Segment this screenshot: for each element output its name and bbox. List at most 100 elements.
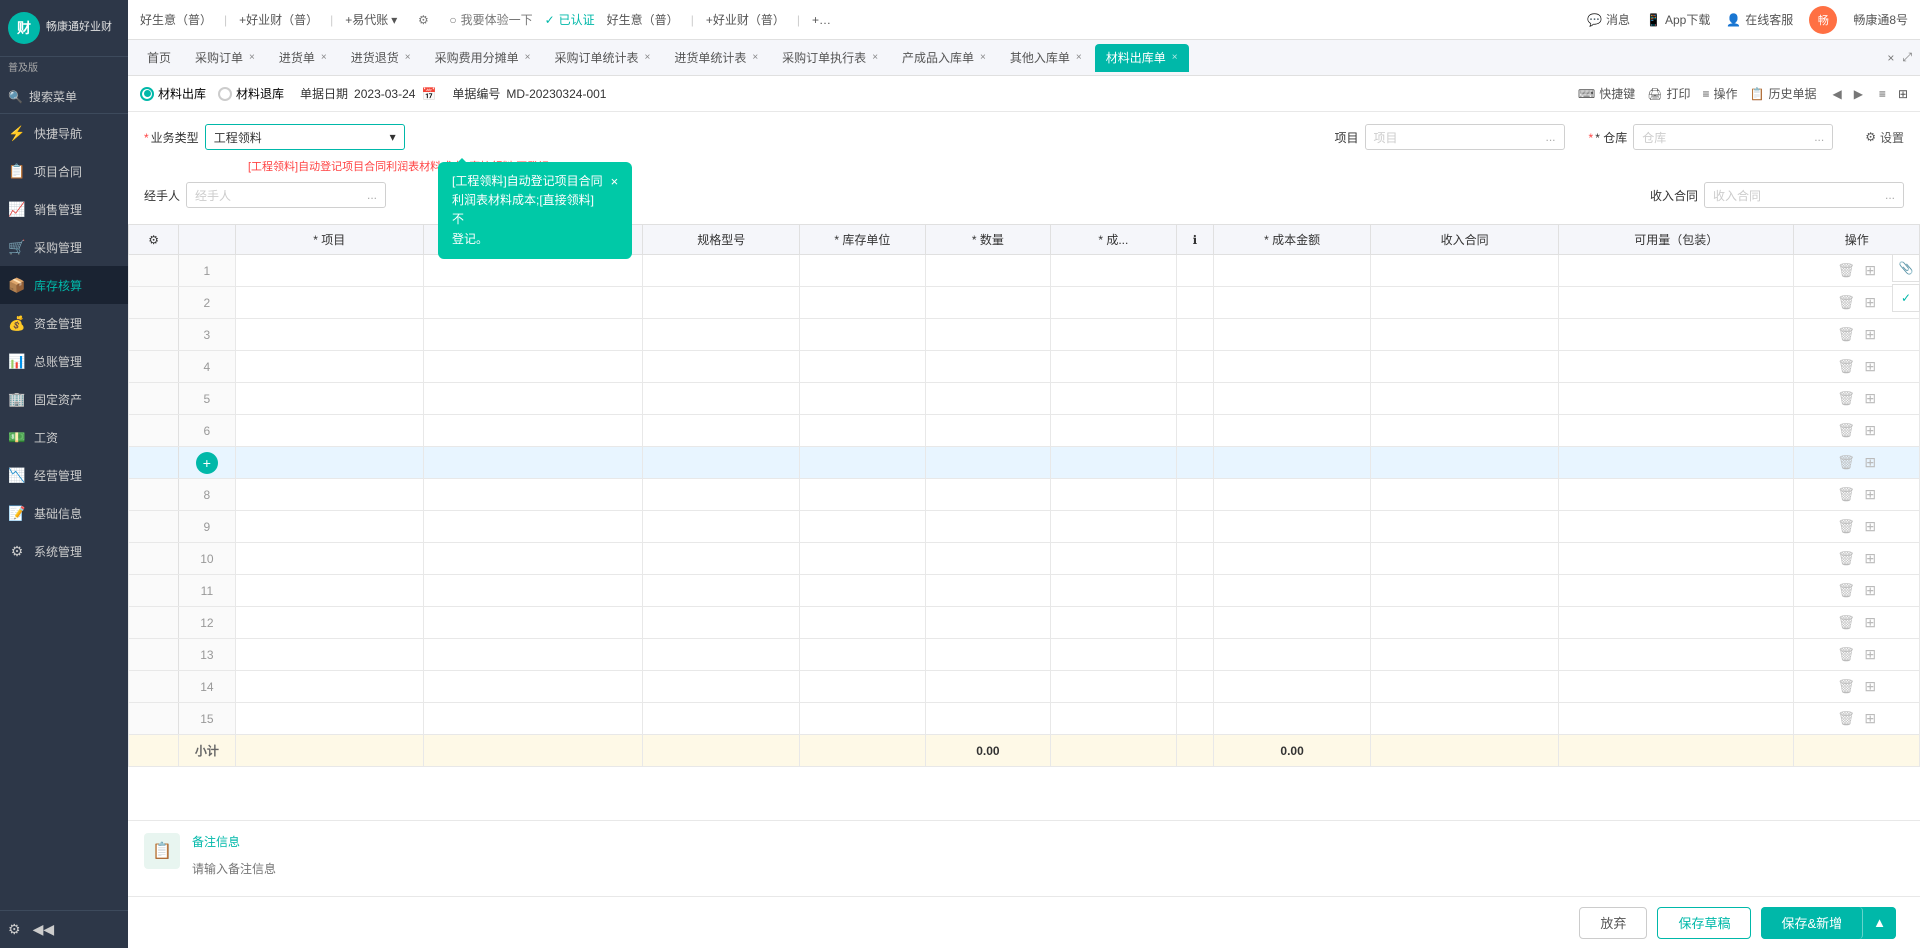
material-cell[interactable] <box>423 575 643 607</box>
income-contract-cell[interactable] <box>1371 479 1559 511</box>
copy-btn[interactable]: ⊞ <box>1864 646 1876 662</box>
tab-product-inbound[interactable]: 产成品入库单× <box>891 44 997 72</box>
copy-btn[interactable]: ⊞ <box>1864 582 1876 598</box>
available-cell[interactable] <box>1559 479 1794 511</box>
cost-cell[interactable] <box>1051 415 1176 447</box>
warehouse-input[interactable]: 仓库 ... <box>1633 124 1833 150</box>
sidebar-item-project[interactable]: 📋 项目合同 <box>0 152 128 190</box>
topbar-more-link3[interactable]: +… <box>812 13 831 27</box>
available-cell[interactable] <box>1559 703 1794 735</box>
spec-cell[interactable] <box>643 415 800 447</box>
cost-amount-cell[interactable] <box>1214 639 1371 671</box>
table-row[interactable]: 5 🗑 ⊞ <box>129 383 1920 415</box>
radio-material-outbound[interactable]: 材料出库 <box>140 85 206 102</box>
tab-purchase-receipt-stat[interactable]: 进货单统计表× <box>663 44 769 72</box>
spec-cell[interactable] <box>643 511 800 543</box>
income-contract-cell[interactable] <box>1371 351 1559 383</box>
available-cell[interactable] <box>1559 255 1794 287</box>
sidebar-item-system[interactable]: ⚙ 系统管理 <box>0 532 128 570</box>
unit-cell[interactable] <box>800 319 925 351</box>
income-contract-input[interactable]: 收入合同 ... <box>1704 182 1904 208</box>
close-icon[interactable]: × <box>872 52 878 63</box>
sidebar-item-accounting[interactable]: 📊 总账管理 <box>0 342 128 380</box>
delete-btn[interactable]: 🗑 <box>1837 646 1855 662</box>
available-cell[interactable] <box>1559 511 1794 543</box>
material-cell[interactable] <box>423 607 643 639</box>
material-cell[interactable] <box>423 351 643 383</box>
unit-cell[interactable] <box>800 607 925 639</box>
sidebar-item-shortcut[interactable]: ⚡ 快捷导航 <box>0 114 128 152</box>
qty-cell[interactable] <box>925 543 1050 575</box>
cost-cell[interactable] <box>1051 319 1176 351</box>
spec-cell[interactable] <box>643 447 800 479</box>
tab-expand-icon[interactable]: ⤢ <box>1902 50 1912 65</box>
spec-cell[interactable] <box>643 543 800 575</box>
topbar-link-haoshengyi[interactable]: 好生意（普） <box>140 11 212 28</box>
th-gear[interactable]: ⚙ <box>129 225 179 255</box>
project-cell[interactable] <box>235 351 423 383</box>
sidebar-item-salary[interactable]: 💵 工资 <box>0 418 128 456</box>
delete-btn[interactable]: 🗑 <box>1837 326 1855 342</box>
table-container[interactable]: ⚙ * 项目 * 材 规格型号 * 库存单位 * 数量 * 成... ℹ * 成… <box>128 224 1920 820</box>
qty-cell[interactable] <box>925 255 1050 287</box>
topbar-settings-btn[interactable]: ⚙ <box>409 6 437 34</box>
copy-btn[interactable]: ⊞ <box>1864 486 1876 502</box>
service-btn[interactable]: 👤 在线客服 <box>1726 11 1793 28</box>
delete-btn[interactable]: 🗑 <box>1837 582 1855 598</box>
unit-cell[interactable] <box>800 447 925 479</box>
tab-purchase-order[interactable]: 采购订单× <box>184 44 266 72</box>
settings-bottom-icon[interactable]: ⚙ <box>8 921 21 938</box>
available-cell[interactable] <box>1559 447 1794 479</box>
cost-amount-cell[interactable] <box>1214 703 1371 735</box>
income-contract-cell[interactable] <box>1371 703 1559 735</box>
spec-cell[interactable] <box>643 703 800 735</box>
spec-cell[interactable] <box>643 287 800 319</box>
sidebar-search[interactable]: 🔍 搜索菜单 <box>0 80 128 114</box>
message-btn[interactable]: 💬 消息 <box>1587 11 1630 28</box>
copy-btn[interactable]: ⊞ <box>1864 518 1876 534</box>
date-value[interactable]: 2023-03-24 <box>354 87 415 101</box>
view-grid-btn[interactable]: ⊞ <box>1898 87 1908 101</box>
operation-btn[interactable]: ≡ 操作 <box>1702 85 1737 102</box>
material-cell[interactable] <box>423 479 643 511</box>
qty-cell[interactable] <box>925 351 1050 383</box>
copy-btn[interactable]: ⊞ <box>1864 710 1876 726</box>
qty-cell[interactable] <box>925 607 1050 639</box>
close-icon[interactable]: × <box>980 52 986 63</box>
table-row[interactable]: 6 🗑 ⊞ <box>129 415 1920 447</box>
unit-cell[interactable] <box>800 543 925 575</box>
unit-cell[interactable] <box>800 511 925 543</box>
cost-amount-cell[interactable] <box>1214 671 1371 703</box>
doc-value[interactable]: MD-20230324-001 <box>506 87 606 101</box>
delete-btn[interactable]: 🗑 <box>1837 294 1855 310</box>
qty-cell[interactable] <box>925 447 1050 479</box>
cost-amount-cell[interactable] <box>1214 255 1371 287</box>
income-contract-cell[interactable] <box>1371 671 1559 703</box>
project-input[interactable]: 项目 ... <box>1365 124 1565 150</box>
sidebar-item-purchase[interactable]: 🛒 采购管理 <box>0 228 128 266</box>
tab-purchase-order-stat[interactable]: 采购订单统计表× <box>543 44 661 72</box>
income-contract-cell[interactable] <box>1371 447 1559 479</box>
available-cell[interactable] <box>1559 415 1794 447</box>
discard-button[interactable]: 放弃 <box>1579 907 1647 939</box>
biz-type-input[interactable]: 工程领料 ▾ <box>205 124 405 150</box>
copy-btn[interactable]: ⊞ <box>1864 550 1876 566</box>
cost-amount-cell[interactable] <box>1214 511 1371 543</box>
material-cell[interactable] <box>423 287 643 319</box>
tab-purchase-exec[interactable]: 采购订单执行表× <box>771 44 889 72</box>
available-cell[interactable] <box>1559 351 1794 383</box>
project-cell[interactable] <box>235 543 423 575</box>
income-contract-cell[interactable] <box>1371 287 1559 319</box>
material-cell[interactable] <box>423 671 643 703</box>
copy-btn[interactable]: ⊞ <box>1864 678 1876 694</box>
note-input[interactable] <box>192 854 1904 884</box>
sidebar-item-sales[interactable]: 📈 销售管理 <box>0 190 128 228</box>
material-cell[interactable] <box>423 447 643 479</box>
cost-amount-cell[interactable] <box>1214 287 1371 319</box>
material-cell[interactable] <box>423 383 643 415</box>
available-cell[interactable] <box>1559 287 1794 319</box>
project-cell[interactable] <box>235 383 423 415</box>
close-icon[interactable]: × <box>752 52 758 63</box>
right-tool-3[interactable]: ✓ <box>1892 284 1920 312</box>
copy-btn[interactable]: ⊞ <box>1864 294 1876 310</box>
